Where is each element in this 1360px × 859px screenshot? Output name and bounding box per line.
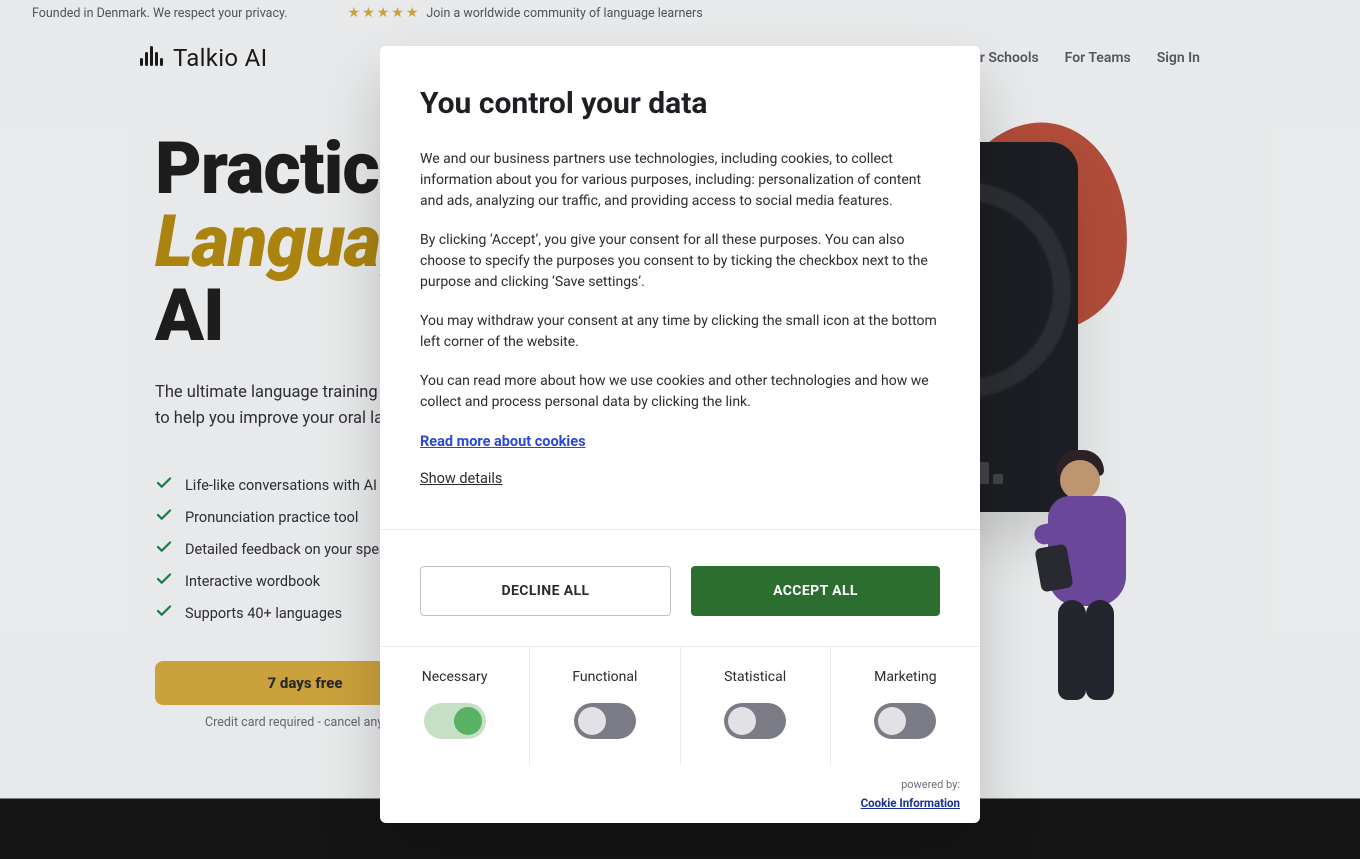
toggle-functional-switch[interactable] <box>574 703 636 739</box>
modal-footer: powered by: Cookie Information <box>380 765 980 823</box>
show-details-link[interactable]: Show details <box>420 470 502 487</box>
decline-all-button[interactable]: DECLINE ALL <box>420 566 671 616</box>
toggle-statistical-label: Statistical <box>724 669 786 685</box>
toggle-functional-label: Functional <box>572 669 637 685</box>
accept-all-button[interactable]: ACCEPT ALL <box>691 566 940 616</box>
toggle-necessary: Necessary <box>380 647 530 765</box>
modal-paragraph-3: You may withdraw your consent at any tim… <box>420 311 940 353</box>
toggle-functional: Functional <box>530 647 680 765</box>
toggle-marketing-switch[interactable] <box>874 703 936 739</box>
toggle-statistical-switch[interactable] <box>724 703 786 739</box>
toggle-marketing-label: Marketing <box>874 669 937 685</box>
modal-paragraph-2: By clicking ‘Accept’, you give your cons… <box>420 230 940 293</box>
cookie-information-link[interactable]: Cookie Information <box>861 796 960 810</box>
modal-actions: DECLINE ALL ACCEPT ALL <box>380 529 980 646</box>
cookie-consent-overlay: You control your data We and our busines… <box>0 0 1360 859</box>
toggle-necessary-switch <box>424 703 486 739</box>
toggle-necessary-label: Necessary <box>422 669 488 685</box>
powered-by-text: powered by: <box>901 778 960 791</box>
read-more-link[interactable]: Read more about cookies <box>420 433 586 450</box>
toggle-statistical: Statistical <box>681 647 831 765</box>
modal-paragraph-1: We and our business partners use technol… <box>420 149 940 212</box>
cookie-toggle-row: Necessary Functional Statistical Marketi… <box>380 646 980 765</box>
cookie-consent-modal: You control your data We and our busines… <box>380 46 980 823</box>
toggle-marketing: Marketing <box>831 647 980 765</box>
modal-title: You control your data <box>420 86 940 121</box>
modal-body: We and our business partners use technol… <box>380 121 980 517</box>
modal-paragraph-4: You can read more about how we use cooki… <box>420 371 940 413</box>
